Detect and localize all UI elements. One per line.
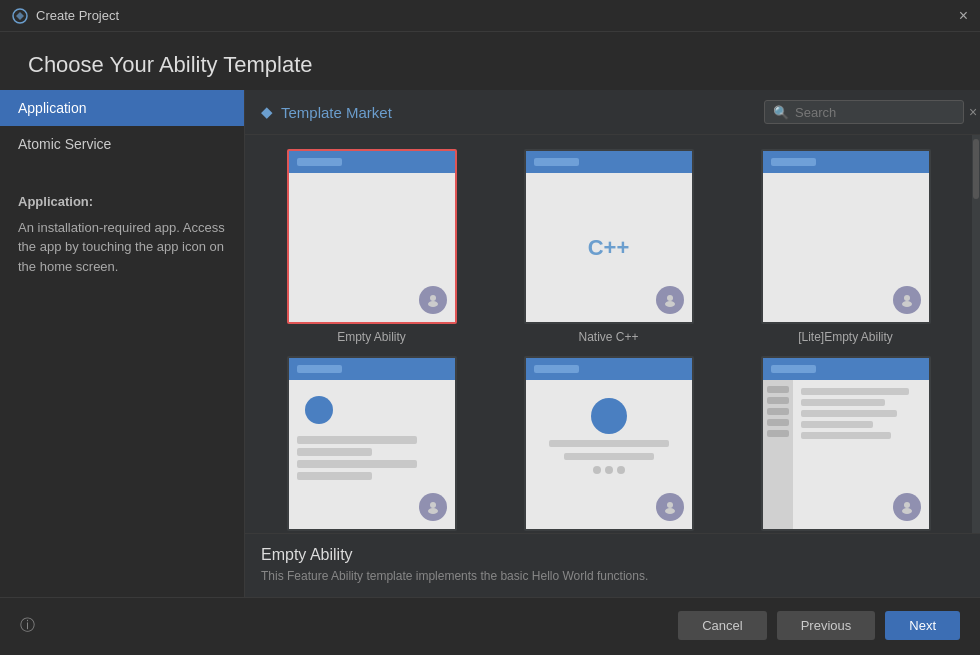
search-box[interactable]: 🔍 × [764,100,964,124]
svg-point-2 [428,301,438,307]
template-card-img-page-detail [524,356,694,531]
description-text: An installation-required app. Access the… [18,218,226,277]
template-card-img-list-ability [287,356,457,531]
template-header: ◆ Template Market 🔍 × [245,90,980,135]
selected-template-title: Empty Ability [261,546,964,564]
template-panel: ◆ Template Market 🔍 × [245,90,980,597]
svg-point-1 [430,295,436,301]
template-card-page-detail[interactable]: Page Detail [496,356,721,533]
previous-button[interactable]: Previous [777,611,876,640]
market-icon: ◆ [261,103,273,121]
scrollbar-thumb [973,139,979,199]
sidebar-item-atomic-service[interactable]: Atomic Service [0,126,244,162]
template-card-img-side-nav [761,356,931,531]
svg-point-5 [904,295,910,301]
template-card-list-ability[interactable]: List Ability [259,356,484,533]
templates-grid: Empty Ability C++ [245,135,972,533]
template-card-empty-ability[interactable]: Empty Ability [259,149,484,344]
search-input[interactable] [795,105,963,120]
window-title: Create Project [36,8,119,23]
description-title: Application: [18,192,226,212]
search-clear-icon[interactable]: × [969,104,977,120]
svg-point-8 [428,508,438,514]
template-card-img-empty-ability [287,149,457,324]
template-card-native-cpp[interactable]: C++ Native C++ [496,149,721,344]
cancel-button[interactable]: Cancel [678,611,766,640]
svg-point-4 [665,301,675,307]
sidebar-description: Application: An installation-required ap… [0,174,244,294]
title-bar-left: Create Project [12,8,119,24]
selected-template-description: This Feature Ability template implements… [261,568,964,585]
template-card-name-native-cpp: Native C++ [578,330,638,344]
footer: ⓘ Cancel Previous Next [0,597,980,653]
template-market-label: ◆ Template Market [261,103,392,121]
help-icon[interactable]: ⓘ [20,616,35,635]
detail-panel: Empty Ability This Feature Ability templ… [245,533,980,597]
template-card-side-nav[interactable]: Side Nav [733,356,958,533]
sidebar-item-application[interactable]: Application [0,90,244,126]
app-icon [12,8,28,24]
template-card-img-lite-empty-ability [761,149,931,324]
scrollbar[interactable] [972,135,980,533]
title-bar: Create Project × [0,0,980,32]
search-icon: 🔍 [773,105,789,120]
content-area: Application Atomic Service Application: … [0,90,980,597]
svg-point-12 [902,508,912,514]
svg-point-3 [667,295,673,301]
svg-point-7 [430,502,436,508]
svg-point-6 [902,301,912,307]
template-card-lite-empty-ability[interactable]: [Lite]Empty Ability [733,149,958,344]
template-card-name-empty-ability: Empty Ability [337,330,406,344]
page-title: Choose Your Ability Template [0,32,980,90]
next-button[interactable]: Next [885,611,960,640]
cpp-icon: C++ [588,235,630,261]
svg-point-9 [667,502,673,508]
template-card-img-native-cpp: C++ [524,149,694,324]
svg-point-10 [665,508,675,514]
grid-area: Empty Ability C++ [245,135,980,533]
close-button[interactable]: × [959,8,968,24]
sidebar: Application Atomic Service Application: … [0,90,245,597]
svg-point-11 [904,502,910,508]
template-card-name-lite-empty-ability: [Lite]Empty Ability [798,330,893,344]
